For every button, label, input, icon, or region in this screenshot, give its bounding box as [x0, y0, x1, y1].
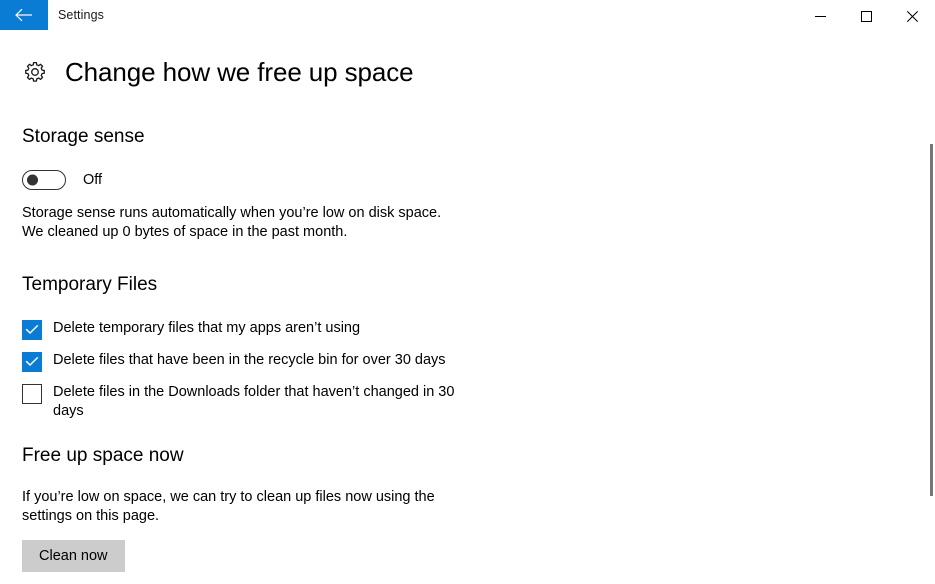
- storage-sense-heading: Storage sense: [22, 126, 145, 147]
- maximize-button[interactable]: [843, 0, 889, 32]
- minimize-icon: [814, 11, 826, 22]
- scrollbar-thumb[interactable]: [930, 144, 933, 496]
- checkbox-recycle-bin[interactable]: [22, 351, 42, 372]
- page-title: Change how we free up space: [65, 56, 414, 87]
- storage-sense-description-line2: We cleaned up 0 bytes of space in the pa…: [22, 223, 348, 240]
- window-controls: [797, 0, 935, 32]
- toggle-knob: [27, 174, 38, 186]
- checkbox-row-temp-files[interactable]: Delete temporary files that my apps aren…: [22, 319, 935, 340]
- clean-now-button[interactable]: Clean now: [22, 540, 125, 573]
- storage-sense-toggle-row: Off: [22, 169, 935, 190]
- storage-sense-toggle-state: Off: [83, 171, 103, 188]
- settings-page: Change how we free up space Storage sens…: [0, 32, 935, 584]
- free-up-space-description-line2: settings on this page.: [22, 508, 160, 525]
- free-up-space-section: Free up space now If you’re low on space…: [0, 445, 935, 573]
- storage-sense-description-line1: Storage sense runs automatically when yo…: [22, 204, 442, 221]
- checkbox-label-recycle-bin: Delete files that have been in the recyc…: [53, 351, 446, 368]
- free-up-space-description: If you’re low on space, we can try to cl…: [22, 488, 462, 526]
- scrollbar-track[interactable]: [923, 64, 935, 584]
- storage-sense-description: Storage sense runs automatically when yo…: [22, 204, 462, 242]
- title-bar: Settings: [0, 0, 935, 32]
- gear-icon: [22, 59, 48, 85]
- checkbox-label-temp-files: Delete temporary files that my apps aren…: [53, 319, 361, 336]
- minimize-button[interactable]: [797, 0, 843, 32]
- close-button[interactable]: [889, 0, 935, 32]
- checkbox-label-downloads: Delete files in the Downloads folder tha…: [53, 383, 455, 419]
- checkbox-row-downloads[interactable]: Delete files in the Downloads folder tha…: [22, 383, 935, 421]
- close-icon: [906, 10, 918, 22]
- checkbox-downloads[interactable]: [22, 383, 42, 404]
- checkbox-row-recycle-bin[interactable]: Delete files that have been in the recyc…: [22, 351, 935, 372]
- free-up-space-description-line1: If you’re low on space, we can try to cl…: [22, 489, 435, 506]
- checkbox-temp-files[interactable]: [22, 319, 42, 340]
- temporary-files-section: Temporary Files Delete temporary files t…: [0, 274, 935, 421]
- page-header: Change how we free up space: [0, 32, 935, 96]
- storage-sense-section: Storage sense Off Storage sense runs aut…: [0, 126, 935, 242]
- window-title: Settings: [58, 8, 104, 22]
- maximize-icon: [860, 10, 872, 22]
- temporary-files-heading: Temporary Files: [22, 273, 158, 295]
- temporary-files-checkbox-list: Delete temporary files that my apps aren…: [22, 319, 935, 421]
- back-button[interactable]: [0, 0, 48, 30]
- free-up-space-heading: Free up space now: [22, 444, 184, 466]
- back-arrow-icon: [15, 8, 33, 22]
- storage-sense-toggle[interactable]: [22, 169, 66, 190]
